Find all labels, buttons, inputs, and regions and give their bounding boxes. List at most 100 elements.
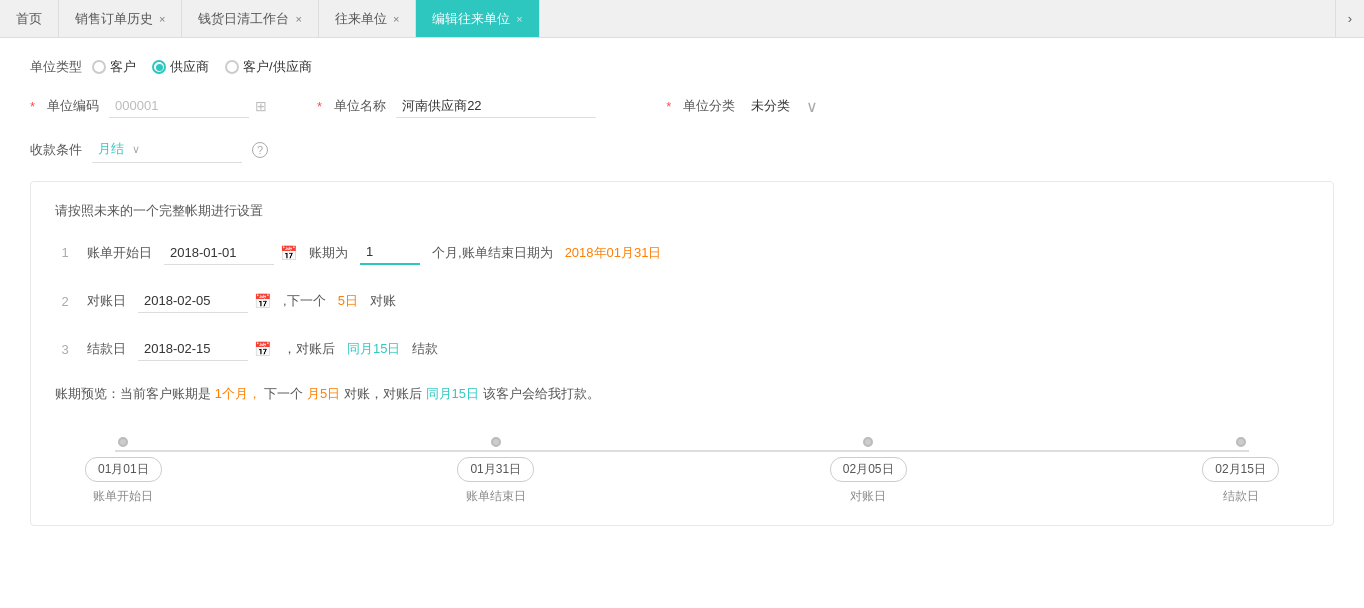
- radio-supplier[interactable]: 供应商: [152, 58, 209, 76]
- period-input[interactable]: [360, 240, 420, 265]
- radio-customer-label: 客户: [110, 58, 136, 76]
- tab-counterparty[interactable]: 往来单位 ×: [319, 0, 416, 37]
- tab-cash-ledger[interactable]: 钱货日清工作台 ×: [182, 0, 318, 37]
- step-1: 1: [55, 243, 75, 263]
- row-2-date-group: 📅: [138, 289, 271, 313]
- preview-suffix1: 对账，对账后: [344, 386, 422, 401]
- radio-group-unit-type: 客户 供应商 客户/供应商: [92, 58, 312, 76]
- step-3: 3: [55, 339, 75, 359]
- point-badge-2: 01月31日: [457, 457, 534, 482]
- unit-code-input[interactable]: [109, 94, 249, 118]
- radio-customer-circle: [92, 60, 106, 74]
- preview-text: 账期预览：当前客户账期是 1个月， 下一个 月5日 对账，对账后 同月15日 该…: [55, 385, 1309, 403]
- row-3-highlight-day: 同月15日: [347, 340, 400, 358]
- chevron-right-icon: ›: [1348, 11, 1352, 26]
- row-3-date-input[interactable]: [138, 337, 248, 361]
- setup-row-2: 2 对账日 📅 ,下一个 5日 对账: [55, 289, 1309, 313]
- preview-period: 1个月，: [215, 386, 261, 401]
- timeline-point-3: 02月05日 对账日: [830, 423, 907, 505]
- row-2-prefix: ,下一个: [283, 292, 326, 310]
- tab-sales-close[interactable]: ×: [159, 13, 165, 25]
- tab-more-button[interactable]: ›: [1335, 0, 1364, 37]
- point-badge-1: 01月01日: [85, 457, 162, 482]
- point-dot-4: [1236, 437, 1246, 447]
- tab-home[interactable]: 首页: [0, 0, 59, 37]
- preview-suffix2: 该客户会给我打款。: [483, 386, 600, 401]
- row-3-date-group: 📅: [138, 337, 271, 361]
- tab-edit-close[interactable]: ×: [516, 13, 522, 25]
- tab-sales-order-history[interactable]: 销售订单历史 ×: [59, 0, 182, 37]
- row-3-prefix: ，对账后: [283, 340, 335, 358]
- timeline-points: 01月01日 账单开始日 01月31日 账单结束日 02月05日 对账日 02月…: [85, 423, 1279, 505]
- payment-label: 收款条件: [30, 141, 82, 159]
- unit-name-label: 单位名称: [334, 97, 386, 115]
- radio-customer[interactable]: 客户: [92, 58, 136, 76]
- preview-label: 账期预览：当前客户账期是: [55, 386, 211, 401]
- unit-name-input[interactable]: [396, 94, 596, 118]
- tab-edit-label: 编辑往来单位: [432, 10, 510, 28]
- preview-day: 月5日: [307, 386, 340, 401]
- tab-counterparty-label: 往来单位: [335, 10, 387, 28]
- row-1-calendar-icon[interactable]: 📅: [280, 245, 297, 261]
- row-1-label: 账单开始日: [87, 244, 152, 262]
- tab-cash-close[interactable]: ×: [295, 13, 301, 25]
- row-2-calendar-icon[interactable]: 📅: [254, 293, 271, 309]
- unit-category-label: 单位分类: [683, 97, 735, 115]
- row-2-suffix: 对账: [370, 292, 396, 310]
- row-3-calendar-icon[interactable]: 📅: [254, 341, 271, 357]
- radio-supplier-circle: [152, 60, 166, 74]
- tab-edit-counterparty[interactable]: 编辑往来单位 ×: [416, 0, 539, 37]
- tab-counterparty-close[interactable]: ×: [393, 13, 399, 25]
- unit-type-row: 单位类型 客户 供应商 客户/供应商: [30, 58, 1334, 76]
- unit-type-label: 单位类型: [30, 58, 82, 76]
- row-1-date-group: 📅: [164, 241, 297, 265]
- category-chevron-icon: ∨: [806, 97, 818, 116]
- name-required-star: *: [317, 99, 322, 114]
- payment-chevron-icon: ∨: [132, 143, 140, 156]
- row-1-end-date: 2018年01月31日: [565, 244, 662, 262]
- tab-bar: 首页 销售订单历史 × 钱货日清工作台 × 往来单位 × 编辑往来单位 × ›: [0, 0, 1364, 38]
- radio-supplier-label: 供应商: [170, 58, 209, 76]
- point-badge-4: 02月15日: [1202, 457, 1279, 482]
- help-icon[interactable]: ?: [252, 142, 268, 158]
- point-label-1: 账单开始日: [93, 488, 153, 505]
- row-3-label: 结款日: [87, 340, 126, 358]
- row-2-highlight-day: 5日: [338, 292, 358, 310]
- step-2: 2: [55, 291, 75, 311]
- point-label-3: 对账日: [850, 488, 886, 505]
- payment-condition-value: 月结: [98, 140, 124, 158]
- copy-icon[interactable]: ⊞: [255, 98, 267, 114]
- setup-row-3: 3 结款日 📅 ，对账后 同月15日 结款: [55, 337, 1309, 361]
- setup-panel: 请按照未来的一个完整帐期进行设置 1 账单开始日 📅 账期为 个月,账单结束日期…: [30, 181, 1334, 526]
- row-2-date-input[interactable]: [138, 289, 248, 313]
- point-label-2: 账单结束日: [466, 488, 526, 505]
- unit-category-value: 未分类: [751, 97, 790, 115]
- payment-condition-select[interactable]: 月结 ∨: [92, 136, 242, 163]
- unit-category-select[interactable]: 未分类 ∨: [745, 97, 818, 116]
- timeline-wrapper: 01月01日 账单开始日 01月31日 账单结束日 02月05日 对账日 02月…: [55, 423, 1309, 505]
- preview-teal: 同月15日: [426, 386, 479, 401]
- point-dot-2: [491, 437, 501, 447]
- code-required-star: *: [30, 99, 35, 114]
- unit-code-field-group: ⊞: [109, 94, 267, 118]
- radio-both[interactable]: 客户/供应商: [225, 58, 312, 76]
- unit-fields-row: * 单位编码 ⊞ * 单位名称 * 单位分类 未分类 ∨: [30, 94, 1334, 118]
- payment-condition-row: 收款条件 月结 ∨ ?: [30, 136, 1334, 163]
- row-3-suffix: 结款: [412, 340, 438, 358]
- tab-cash-label: 钱货日清工作台: [198, 10, 289, 28]
- row-1-suffix-after: 个月,账单结束日期为: [432, 244, 553, 262]
- row-2-label: 对账日: [87, 292, 126, 310]
- radio-both-label: 客户/供应商: [243, 58, 312, 76]
- unit-code-label: 单位编码: [47, 97, 99, 115]
- panel-title: 请按照未来的一个完整帐期进行设置: [55, 202, 1309, 220]
- timeline-point-1: 01月01日 账单开始日: [85, 423, 162, 505]
- preview-mid: 下一个: [264, 386, 303, 401]
- setup-row-1: 1 账单开始日 📅 账期为 个月,账单结束日期为 2018年01月31日: [55, 240, 1309, 265]
- point-label-4: 结款日: [1223, 488, 1259, 505]
- timeline-point-2: 01月31日 账单结束日: [457, 423, 534, 505]
- point-badge-3: 02月05日: [830, 457, 907, 482]
- row-1-suffix-before: 账期为: [309, 244, 348, 262]
- timeline-point-4: 02月15日 结款日: [1202, 423, 1279, 505]
- row-1-date-input[interactable]: [164, 241, 274, 265]
- main-content: 单位类型 客户 供应商 客户/供应商 * 单位编码 ⊞ * 单位名称 *: [0, 38, 1364, 608]
